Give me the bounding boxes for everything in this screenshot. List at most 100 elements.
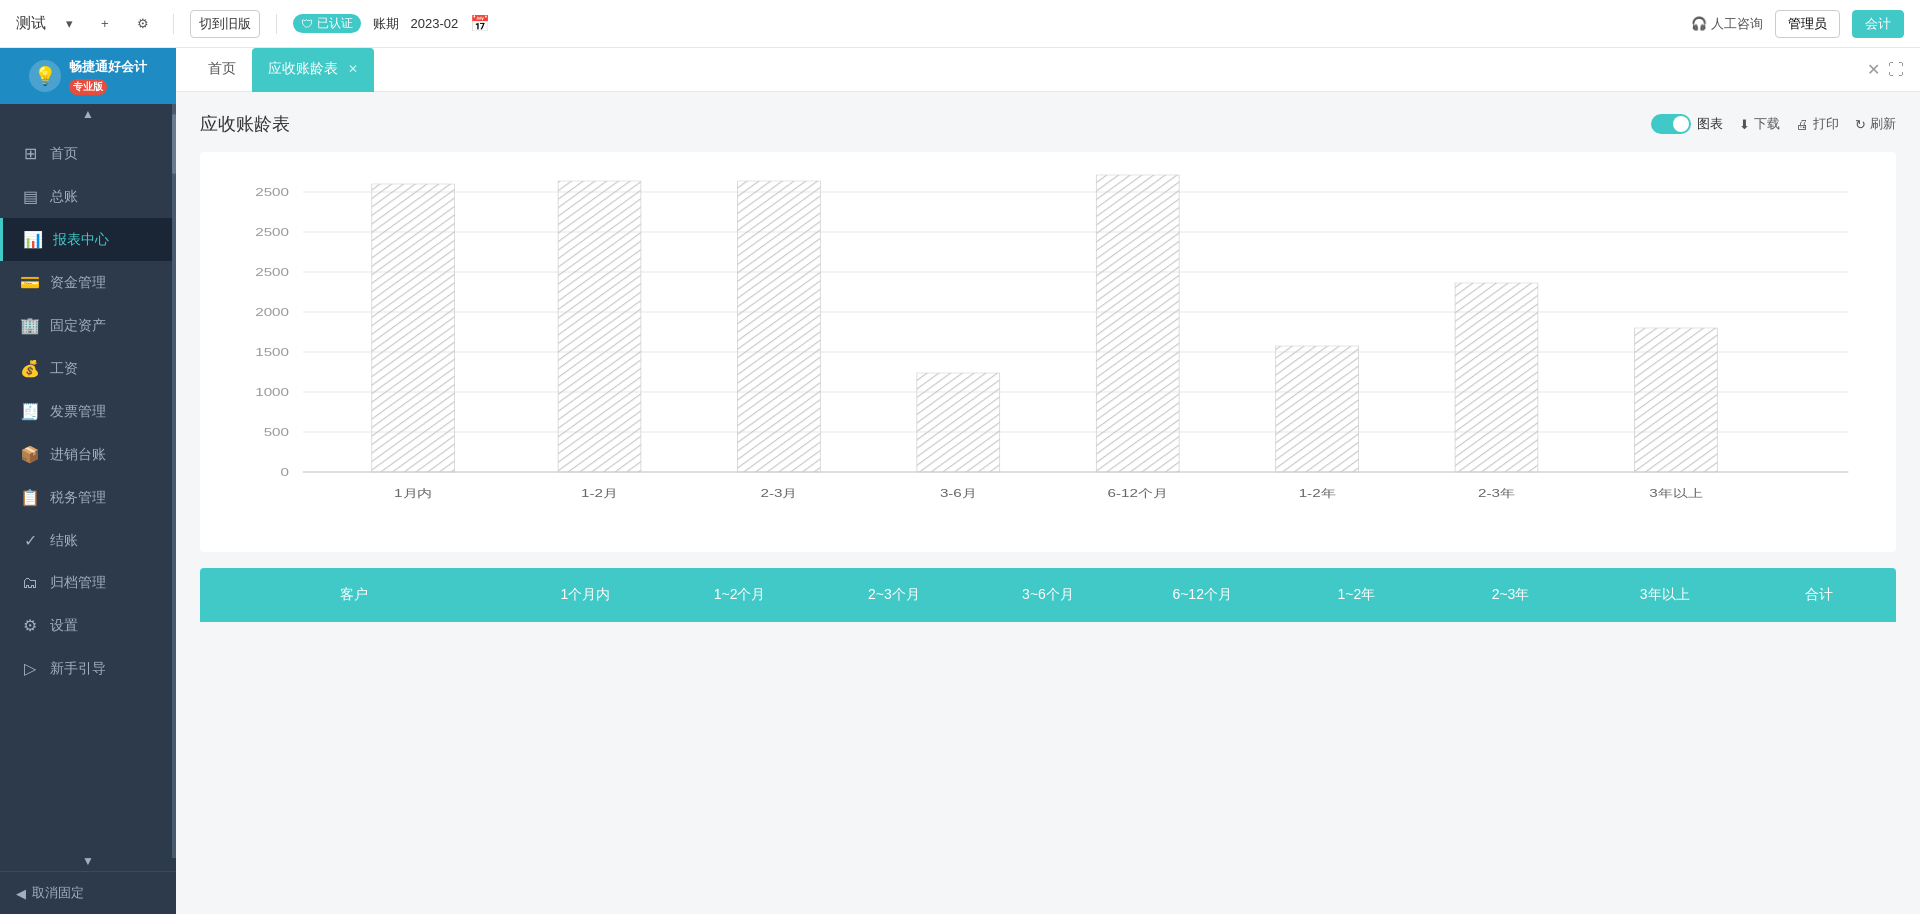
tab-close-btn[interactable]: ✕ (348, 62, 358, 76)
download-btn[interactable]: ⬇ 下载 (1739, 115, 1780, 133)
asset-icon: 🏢 (20, 316, 40, 335)
sidebar-item-tax[interactable]: 📋 税务管理 (0, 476, 176, 519)
sidebar-item-ledger[interactable]: ▤ 总账 (0, 175, 176, 218)
sidebar-item-archive[interactable]: 🗂 归档管理 (0, 562, 176, 604)
print-btn[interactable]: 🖨 打印 (1796, 115, 1839, 133)
sidebar-label-salary: 工资 (50, 360, 78, 378)
headset-icon: 🎧 (1691, 16, 1707, 31)
bar-chart-svg: 2500 2500 2500 2000 1500 1000 500 0 (220, 172, 1876, 532)
cancel-fixed-label: 取消固定 (32, 884, 84, 902)
close-acct-icon: ✓ (20, 531, 40, 550)
svg-text:6-12个月: 6-12个月 (1108, 487, 1168, 499)
sidebar-item-salary[interactable]: 💰 工资 (0, 347, 176, 390)
bar-1月内 (372, 184, 455, 472)
manager-btn[interactable]: 管理员 (1775, 10, 1840, 38)
consult-btn[interactable]: 🎧 人工咨询 (1691, 15, 1763, 33)
report-icon: 📊 (23, 230, 43, 249)
content: 首页 应收账龄表 ✕ ✕ ⛶ 应收账龄表 图表 (176, 48, 1920, 914)
chart-area: 2500 2500 2500 2000 1500 1000 500 0 (220, 172, 1876, 532)
pin-icon: ◀ (16, 886, 26, 901)
svg-text:0: 0 (281, 466, 289, 478)
refresh-btn[interactable]: ↻ 刷新 (1855, 115, 1896, 133)
svg-text:2-3月: 2-3月 (760, 487, 797, 499)
dropdown-btn[interactable]: ▾ (58, 12, 81, 35)
sidebar-nav: ⊞ 首页 ▤ 总账 📊 报表中心 💳 资金管理 🏢 固定资产 💰 工资 (0, 124, 176, 851)
th-1-2month: 1~2个月 (663, 568, 817, 622)
divider (173, 14, 174, 34)
chart-toggle[interactable]: 图表 (1651, 114, 1723, 134)
scroll-down[interactable]: ▼ (0, 851, 176, 871)
settings-btn[interactable]: ⚙ (129, 12, 157, 35)
logo-text-wrap: 畅捷通好会计 专业版 (69, 58, 147, 95)
sidebar-item-sales[interactable]: 📦 进销台账 (0, 433, 176, 476)
svg-text:3-6月: 3-6月 (940, 487, 977, 499)
svg-text:1月内: 1月内 (394, 487, 432, 499)
calendar-icon[interactable]: 📅 (470, 14, 490, 33)
sidebar-item-invoice[interactable]: 🧾 发票管理 (0, 390, 176, 433)
sidebar-label-sales: 进销台账 (50, 446, 106, 464)
consult-text: 人工咨询 (1711, 15, 1763, 33)
sidebar-item-home[interactable]: ⊞ 首页 (0, 132, 176, 175)
sidebar-item-report[interactable]: 📊 报表中心 (0, 218, 176, 261)
chevron-icon: ▾ (66, 16, 73, 31)
main-layout: 💡 畅捷通好会计 专业版 ▲ ⊞ 首页 ▤ 总账 📊 报表中心 (0, 48, 1920, 914)
bar-2-3年 (1455, 283, 1538, 472)
th-3-6month: 3~6个月 (971, 568, 1125, 622)
svg-text:2500: 2500 (255, 186, 289, 198)
fund-icon: 💳 (20, 273, 40, 292)
bar-1-2年 (1276, 346, 1359, 472)
tax-icon: 📋 (20, 488, 40, 507)
th-2-3month: 2~3个月 (817, 568, 971, 622)
sidebar-item-asset[interactable]: 🏢 固定资产 (0, 304, 176, 347)
sidebar-item-close[interactable]: ✓ 结账 (0, 519, 176, 562)
certified-badge: 🛡 已认证 (293, 14, 361, 33)
toggle-switch-btn[interactable] (1651, 114, 1691, 134)
th-1month: 1个月内 (508, 568, 662, 622)
th-1-2year: 1~2年 (1279, 568, 1433, 622)
guide-icon: ▷ (20, 659, 40, 678)
divider2 (276, 14, 277, 34)
topbar-company: 测试 (16, 14, 46, 33)
tab-ar-aging[interactable]: 应收账龄表 ✕ (252, 48, 374, 92)
tab-home-label: 首页 (208, 60, 236, 78)
download-label: 下载 (1754, 115, 1780, 133)
refresh-icon: ↻ (1855, 117, 1866, 132)
sidebar-item-guide[interactable]: ▷ 新手引导 (0, 647, 176, 690)
sidebar-item-settings[interactable]: ⚙ 设置 (0, 604, 176, 647)
window-close-btn[interactable]: ✕ (1867, 60, 1880, 79)
sidebar-label-archive: 归档管理 (50, 574, 106, 592)
sidebar-label-guide: 新手引导 (50, 660, 106, 678)
tab-home[interactable]: 首页 (192, 48, 252, 92)
sidebar-label-invoice: 发票管理 (50, 403, 106, 421)
tab-ar-aging-label: 应收账龄表 (268, 60, 338, 78)
th-total: 合计 (1742, 568, 1896, 622)
window-expand-btn[interactable]: ⛶ (1888, 61, 1904, 79)
sidebar-label-settings: 设置 (50, 617, 78, 635)
svg-text:1500: 1500 (255, 346, 289, 358)
page-title: 应收账龄表 (200, 112, 290, 136)
sidebar-label-close: 结账 (50, 532, 78, 550)
logo-sub: 专业版 (69, 79, 107, 95)
certified-text: 已认证 (317, 15, 353, 32)
add-btn[interactable]: + (93, 12, 117, 35)
th-customer: 客户 (200, 568, 508, 622)
accounting-btn[interactable]: 会计 (1852, 10, 1904, 38)
sidebar-label-ledger: 总账 (50, 188, 78, 206)
switch-version-btn[interactable]: 切到旧版 (190, 10, 260, 38)
bar-6-12月 (1096, 175, 1179, 472)
svg-text:2500: 2500 (255, 266, 289, 278)
tabs-bar: 首页 应收账龄表 ✕ ✕ ⛶ (176, 48, 1920, 92)
scroll-up[interactable]: ▲ (0, 104, 176, 124)
topbar-right: 🎧 人工咨询 管理员 会计 (1691, 10, 1904, 38)
sidebar-label-home: 首页 (50, 145, 78, 163)
sidebar-label-fund: 资金管理 (50, 274, 106, 292)
sidebar-item-fund[interactable]: 💳 资金管理 (0, 261, 176, 304)
sidebar-label-tax: 税务管理 (50, 489, 106, 507)
print-label: 打印 (1813, 115, 1839, 133)
logo-text: 畅捷通好会计 (69, 58, 147, 76)
chart-toggle-label: 图表 (1697, 115, 1723, 133)
bar-1-2月 (558, 181, 641, 472)
svg-text:2-3年: 2-3年 (1478, 487, 1515, 499)
sidebar-logo: 💡 畅捷通好会计 专业版 (0, 48, 176, 104)
cancel-fixed-btn[interactable]: ◀ 取消固定 (0, 871, 176, 914)
